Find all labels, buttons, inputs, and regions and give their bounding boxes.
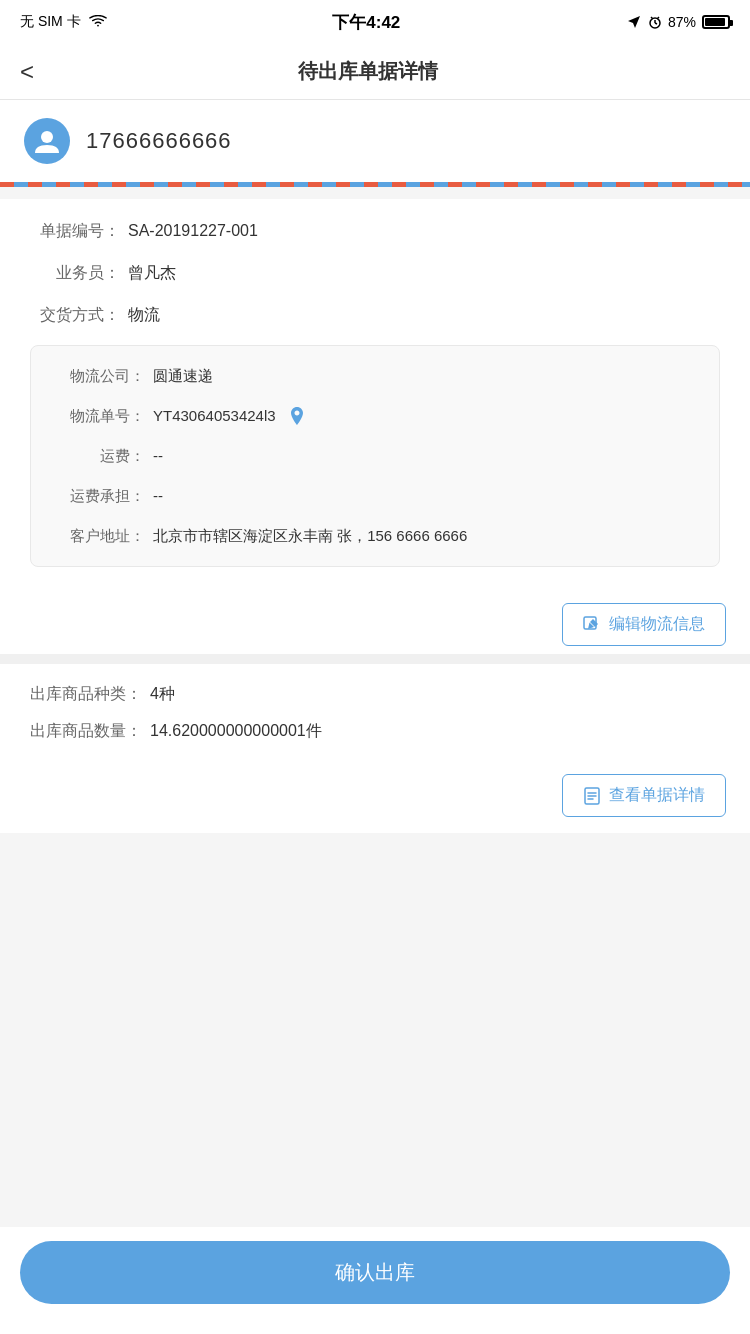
goods-section: 出库商品种类： 4种 出库商品数量： 14.620000000000001件 <box>0 664 750 762</box>
nav-bar: < 待出库单据详情 <box>0 44 750 100</box>
svg-point-6 <box>41 131 53 143</box>
tracking-value: YT43064053424l3 <box>153 404 695 428</box>
view-details-label: 查看单据详情 <box>609 785 705 806</box>
confirm-outbound-button[interactable]: 确认出库 <box>20 1241 730 1304</box>
salesman-label: 业务员： <box>30 261 120 285</box>
map-pin-icon[interactable] <box>286 405 308 427</box>
dashed-divider <box>0 182 750 187</box>
avatar <box>24 118 70 164</box>
order-number-row: 单据编号： SA-20191227-001 <box>30 219 720 243</box>
freight-label: 运费： <box>55 444 145 468</box>
page-title: 待出库单据详情 <box>46 58 690 85</box>
back-button[interactable]: < <box>20 52 46 92</box>
status-time: 下午4:42 <box>332 11 400 34</box>
person-icon <box>32 126 62 156</box>
salesman-row: 业务员： 曾凡杰 <box>30 261 720 285</box>
edit-btn-row: 编辑物流信息 <box>0 587 750 654</box>
tracking-number: YT43064053424l3 <box>153 404 276 428</box>
freight-bearer-label: 运费承担： <box>55 484 145 508</box>
freight-bearer-row: 运费承担： -- <box>55 484 695 508</box>
user-section: 17666666666 <box>0 100 750 182</box>
goods-quantity-value: 14.620000000000001件 <box>150 721 322 742</box>
location-arrow-icon <box>626 14 642 30</box>
tracking-row: 物流单号： YT43064053424l3 <box>55 404 695 428</box>
delivery-value: 物流 <box>128 303 720 327</box>
order-number-label: 单据编号： <box>30 219 120 243</box>
freight-bearer-value: -- <box>153 484 695 508</box>
edit-icon <box>583 616 601 634</box>
svg-marker-0 <box>628 16 640 28</box>
order-number-value: SA-20191227-001 <box>128 219 720 243</box>
delivery-row: 交货方式： 物流 <box>30 303 720 327</box>
battery-bar <box>702 15 730 29</box>
edit-logistics-button[interactable]: 编辑物流信息 <box>562 603 726 646</box>
svg-line-3 <box>655 23 657 24</box>
logistics-company-value: 圆通速递 <box>153 364 695 388</box>
status-left: 无 SIM 卡 <box>20 13 107 31</box>
order-info-section: 单据编号： SA-20191227-001 业务员： 曾凡杰 交货方式： 物流 … <box>0 199 750 587</box>
address-label: 客户地址： <box>55 524 145 548</box>
status-right: 87% <box>626 14 730 30</box>
freight-value: -- <box>153 444 695 468</box>
section-separator <box>0 654 750 664</box>
battery-percent: 87% <box>668 14 696 30</box>
edit-logistics-label: 编辑物流信息 <box>609 614 705 635</box>
salesman-value: 曾凡杰 <box>128 261 720 285</box>
view-details-row: 查看单据详情 <box>0 762 750 833</box>
address-value: 北京市市辖区海淀区永丰南 张，156 6666 6666 <box>153 524 695 548</box>
view-details-button[interactable]: 查看单据详情 <box>562 774 726 817</box>
status-bar: 无 SIM 卡 下午4:42 87% <box>0 0 750 44</box>
goods-quantity-row: 出库商品数量： 14.620000000000001件 <box>30 721 720 742</box>
user-phone: 17666666666 <box>86 128 232 154</box>
goods-type-row: 出库商品种类： 4种 <box>30 684 720 705</box>
tracking-label: 物流单号： <box>55 404 145 428</box>
wifi-icon <box>89 15 107 29</box>
document-icon <box>583 787 601 805</box>
carrier-text: 无 SIM 卡 <box>20 13 81 31</box>
goods-quantity-label: 出库商品数量： <box>30 721 142 742</box>
logistics-card: 物流公司： 圆通速递 物流单号： YT43064053424l3 运费： -- … <box>30 345 720 567</box>
logistics-company-row: 物流公司： 圆通速递 <box>55 364 695 388</box>
alarm-icon <box>648 15 662 29</box>
goods-type-value: 4种 <box>150 684 175 705</box>
confirm-btn-wrap: 确认出库 <box>0 1227 750 1334</box>
bottom-spacer <box>0 833 750 973</box>
freight-row: 运费： -- <box>55 444 695 468</box>
logistics-company-label: 物流公司： <box>55 364 145 388</box>
delivery-label: 交货方式： <box>30 303 120 327</box>
address-row: 客户地址： 北京市市辖区海淀区永丰南 张，156 6666 6666 <box>55 524 695 548</box>
goods-type-label: 出库商品种类： <box>30 684 142 705</box>
